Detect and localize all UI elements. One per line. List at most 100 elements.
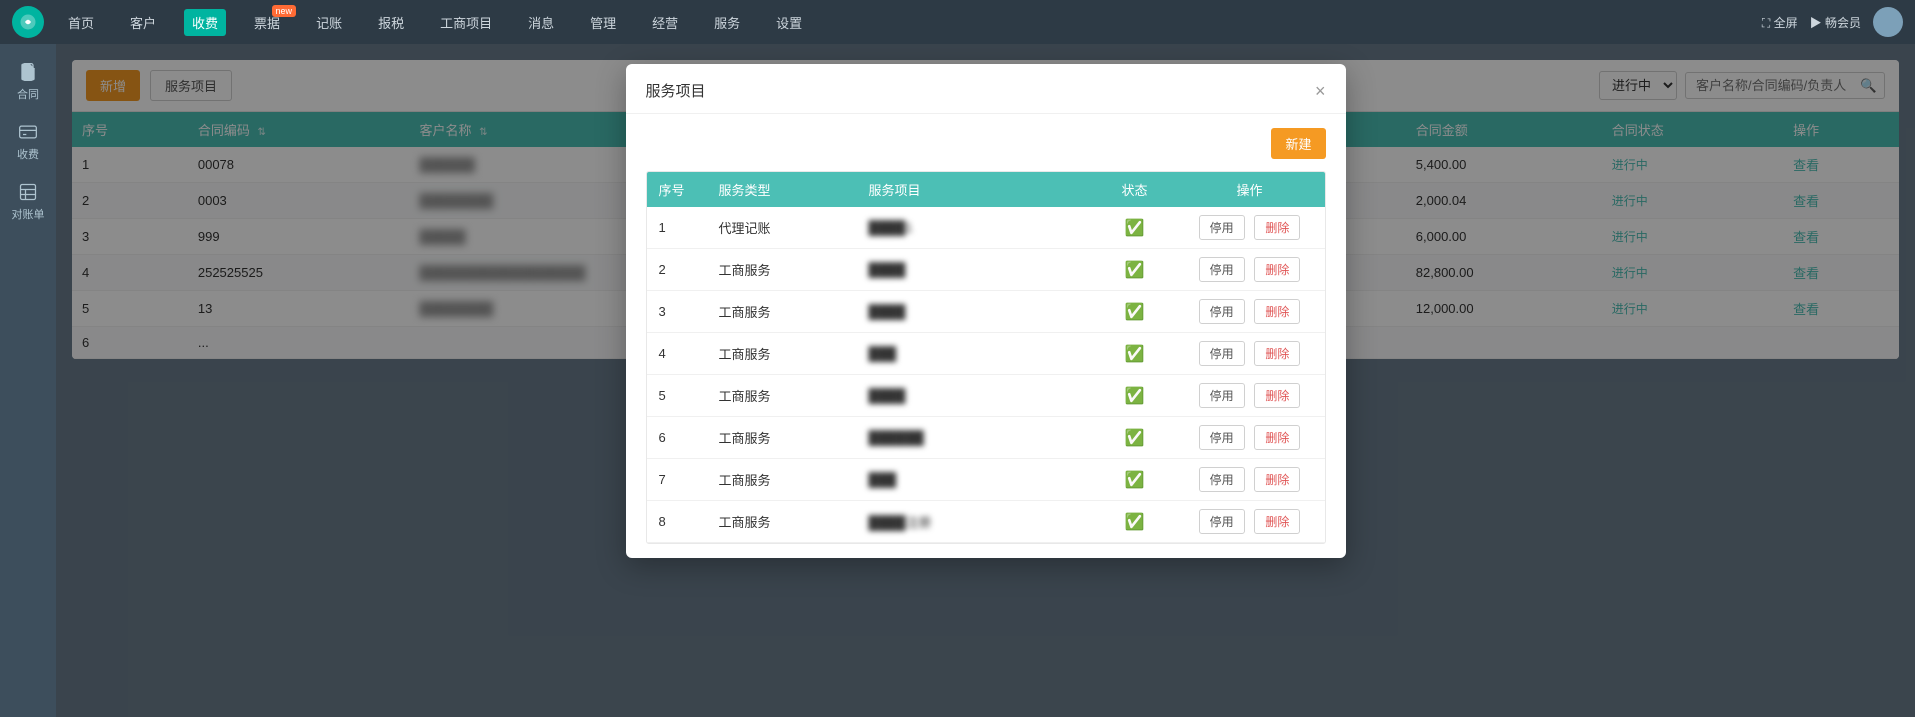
- modal-overlay[interactable]: 服务项目 × 新建 序号 服务类型 服务项目: [56, 44, 1915, 717]
- modal-cell-item: ████: [857, 291, 1095, 333]
- modal-cell-no: 3: [647, 291, 707, 333]
- modal-header: 服务项目 ×: [626, 64, 1346, 114]
- nav-item-jingying[interactable]: 经营: [644, 9, 686, 36]
- modal-cell-item: ████: [857, 249, 1095, 291]
- stop-button[interactable]: 停用: [1199, 467, 1245, 492]
- new-service-button[interactable]: 新建: [1271, 128, 1325, 159]
- delete-button[interactable]: 删除: [1254, 467, 1300, 492]
- modal-cell-status: ✅: [1095, 375, 1175, 417]
- stop-button[interactable]: 停用: [1199, 215, 1245, 240]
- nav-item-jizhang[interactable]: 记账: [308, 9, 350, 36]
- status-check-icon: ✅: [1125, 346, 1145, 363]
- app-logo[interactable]: [12, 6, 44, 38]
- modal-cell-ops: 停用 删除: [1175, 501, 1325, 543]
- modal-cell-type: 工商服务: [707, 249, 857, 291]
- modal-body: 新建 序号 服务类型 服务项目 状态 操作: [626, 114, 1346, 558]
- status-check-icon: ✅: [1125, 262, 1145, 279]
- modal-cell-status: ✅: [1095, 249, 1175, 291]
- modal-table-header: 序号 服务类型 服务项目 状态 操作: [647, 172, 1325, 207]
- status-check-icon: ✅: [1125, 388, 1145, 405]
- modal-cell-type: 工商服务: [707, 375, 857, 417]
- nav-item-baoshui[interactable]: 报税: [370, 9, 412, 36]
- new-badge: new: [272, 5, 297, 17]
- main-content: 新增 服务项目 进行中 已完成 全部 🔍: [56, 44, 1915, 717]
- stop-button[interactable]: 停用: [1199, 257, 1245, 282]
- nav-item-fuwu[interactable]: 服务: [706, 9, 748, 36]
- delete-button[interactable]: 删除: [1254, 341, 1300, 366]
- modal-cell-status: ✅: [1095, 333, 1175, 375]
- modal-cell-status: ✅: [1095, 417, 1175, 459]
- sidebar-item-hetong[interactable]: 合同: [3, 54, 53, 110]
- delete-button[interactable]: 删除: [1254, 383, 1300, 408]
- modal-cell-status: ✅: [1095, 459, 1175, 501]
- modal-cell-status: ✅: [1095, 501, 1175, 543]
- status-check-icon: ✅: [1125, 304, 1145, 321]
- stop-button[interactable]: 停用: [1199, 383, 1245, 408]
- status-check-icon: ✅: [1125, 430, 1145, 447]
- modal-cell-ops: 停用 删除: [1175, 417, 1325, 459]
- stop-button[interactable]: 停用: [1199, 299, 1245, 324]
- nav-items: 首页 客户 收费 票据 new 记账 报税 工商项目 消息 管理 经营 服务 设…: [60, 9, 1762, 36]
- modal-close-button[interactable]: ×: [1315, 82, 1326, 100]
- modal-table-row: 6 工商服务 ██████ ✅ 停用 删除: [647, 417, 1325, 459]
- nav-item-shoufei[interactable]: 收费: [184, 9, 226, 36]
- modal-th-status: 状态: [1095, 172, 1175, 207]
- modal-table-row: 3 工商服务 ████ ✅ 停用 删除: [647, 291, 1325, 333]
- modal-cell-type: 工商服务: [707, 501, 857, 543]
- nav-right: ⛶ 全屏 ▶ 畅会员: [1762, 7, 1903, 37]
- modal-cell-no: 4: [647, 333, 707, 375]
- vip-label[interactable]: ▶ 畅会员: [1810, 14, 1861, 31]
- sidebar-item-duizhang[interactable]: 对账单: [3, 174, 53, 230]
- modal-cell-item: ███: [857, 459, 1095, 501]
- nav-item-piao[interactable]: 票据 new: [246, 9, 288, 36]
- modal-cell-item: ███: [857, 333, 1095, 375]
- service-items-table: 序号 服务类型 服务项目 状态 操作 1 代理记账 ████1 ✅: [647, 172, 1325, 543]
- status-check-icon: ✅: [1125, 514, 1145, 531]
- fullscreen-label[interactable]: ⛶ 全屏: [1762, 14, 1798, 31]
- modal-th-type: 服务类型: [707, 172, 857, 207]
- modal-cell-item: ██████: [857, 417, 1095, 459]
- modal-cell-type: 代理记账: [707, 207, 857, 249]
- modal-th-no: 序号: [647, 172, 707, 207]
- sidebar-item-shoufei[interactable]: 收费: [3, 114, 53, 170]
- modal-th-ops: 操作: [1175, 172, 1325, 207]
- user-avatar[interactable]: [1873, 7, 1903, 37]
- stop-button[interactable]: 停用: [1199, 425, 1245, 450]
- modal-toolbar: 新建: [646, 128, 1326, 159]
- delete-button[interactable]: 删除: [1254, 425, 1300, 450]
- modal-table-row: 7 工商服务 ███ ✅ 停用 删除: [647, 459, 1325, 501]
- modal-cell-status: ✅: [1095, 291, 1175, 333]
- layout: 合同 收费 对账单 新增 服务项目: [0, 44, 1915, 717]
- modal-cell-ops: 停用 删除: [1175, 333, 1325, 375]
- modal-cell-item: ████1: [857, 207, 1095, 249]
- stop-button[interactable]: 停用: [1199, 509, 1245, 534]
- modal-cell-no: 5: [647, 375, 707, 417]
- modal-table-row: 8 工商服务 ████注册 ✅ 停用 删除: [647, 501, 1325, 543]
- nav-item-home[interactable]: 首页: [60, 9, 102, 36]
- nav-item-xiaoxi[interactable]: 消息: [520, 9, 562, 36]
- nav-item-customer[interactable]: 客户: [122, 9, 164, 36]
- top-nav: 首页 客户 收费 票据 new 记账 报税 工商项目 消息 管理 经营 服务 设…: [0, 0, 1915, 44]
- modal-cell-no: 6: [647, 417, 707, 459]
- modal-cell-type: 工商服务: [707, 459, 857, 501]
- nav-item-shezhi[interactable]: 设置: [768, 9, 810, 36]
- modal-table-row: 2 工商服务 ████ ✅ 停用 删除: [647, 249, 1325, 291]
- modal-table-wrap[interactable]: 序号 服务类型 服务项目 状态 操作 1 代理记账 ████1 ✅: [646, 171, 1326, 544]
- modal-title: 服务项目: [646, 80, 706, 101]
- modal-cell-type: 工商服务: [707, 333, 857, 375]
- modal-cell-ops: 停用 删除: [1175, 249, 1325, 291]
- modal-th-item: 服务项目: [857, 172, 1095, 207]
- sidebar-label-shoufei: 收费: [17, 146, 39, 162]
- modal-cell-item: ████: [857, 375, 1095, 417]
- delete-button[interactable]: 删除: [1254, 509, 1300, 534]
- status-check-icon: ✅: [1125, 220, 1145, 237]
- modal-cell-no: 8: [647, 501, 707, 543]
- stop-button[interactable]: 停用: [1199, 341, 1245, 366]
- nav-item-guanli[interactable]: 管理: [582, 9, 624, 36]
- nav-item-gongshang[interactable]: 工商项目: [432, 9, 500, 36]
- delete-button[interactable]: 删除: [1254, 299, 1300, 324]
- modal-cell-ops: 停用 删除: [1175, 459, 1325, 501]
- delete-button[interactable]: 删除: [1254, 257, 1300, 282]
- modal-cell-item: ████注册: [857, 501, 1095, 543]
- delete-button[interactable]: 删除: [1254, 215, 1300, 240]
